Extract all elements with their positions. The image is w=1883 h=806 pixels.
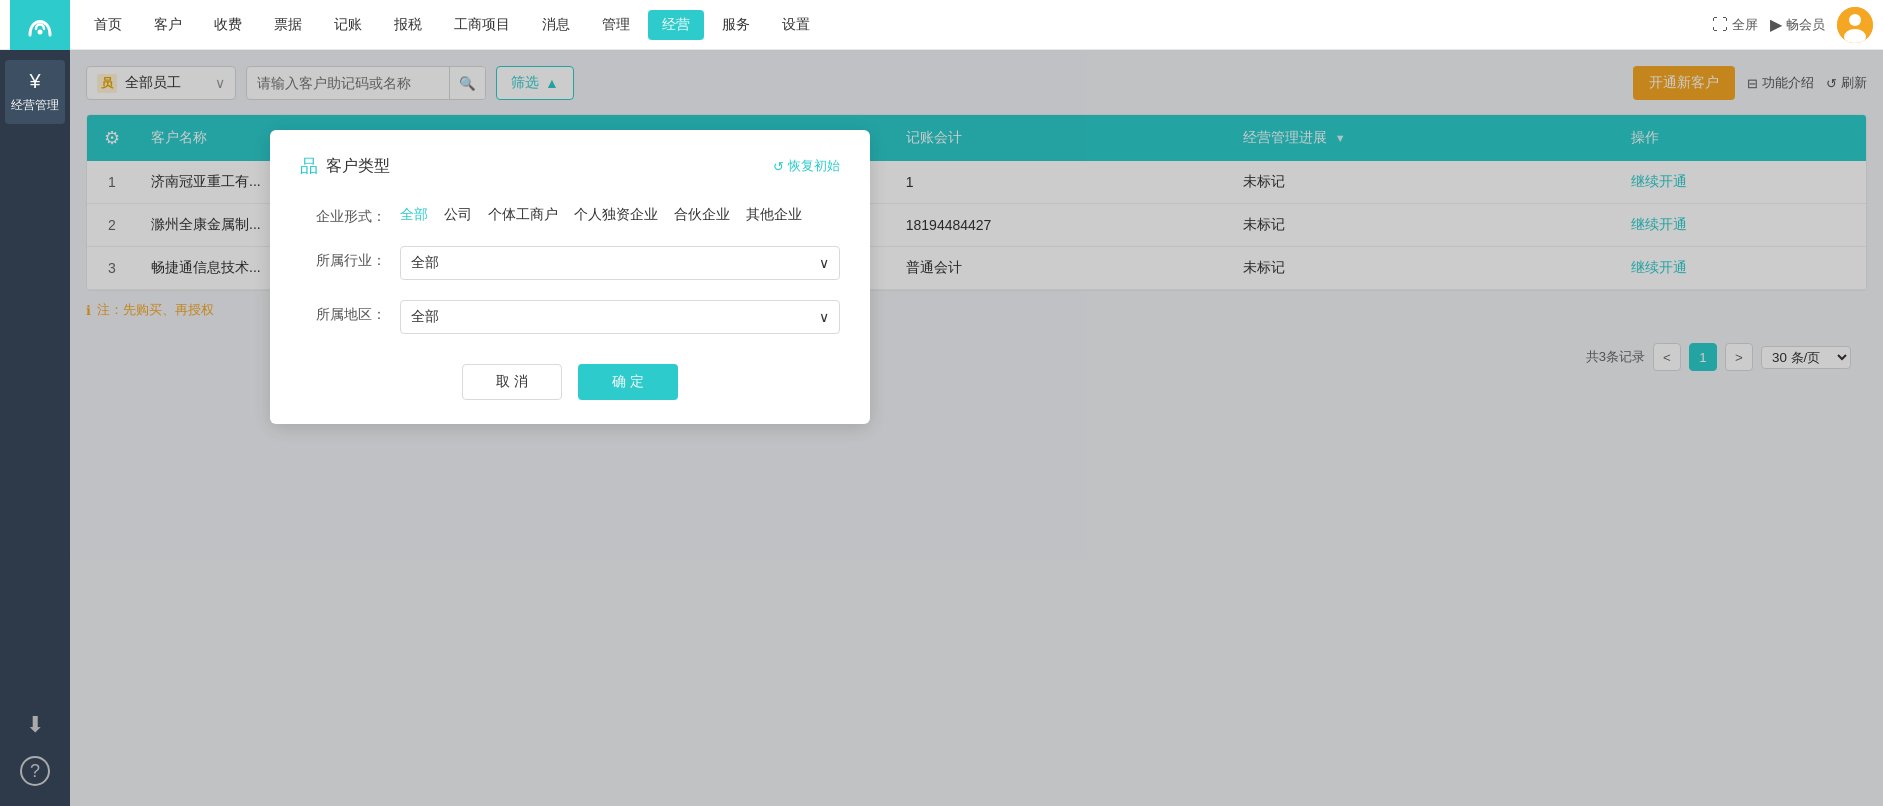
reset-icon: ↺ xyxy=(773,159,784,174)
confirm-button[interactable]: 确 定 xyxy=(578,364,678,400)
industry-form-row: 所属行业： 全部 ∨ xyxy=(300,246,840,280)
region-select[interactable]: 全部 ∨ xyxy=(400,300,840,334)
industry-select[interactable]: 全部 ∨ xyxy=(400,246,840,280)
region-arrow-icon: ∨ xyxy=(819,309,829,325)
nav-home[interactable]: 首页 xyxy=(80,10,136,40)
enterprise-option-1[interactable]: 公司 xyxy=(444,206,472,224)
industry-value: 全部 xyxy=(411,254,439,272)
cancel-button[interactable]: 取 消 xyxy=(462,364,562,400)
vip-icon: ▶ xyxy=(1770,15,1782,34)
download-icon[interactable]: ⬇ xyxy=(18,704,52,746)
svg-point-2 xyxy=(1849,14,1861,26)
enterprise-option-5[interactable]: 其他企业 xyxy=(746,206,802,224)
enterprise-option-3[interactable]: 个人独资企业 xyxy=(574,206,658,224)
industry-arrow-icon: ∨ xyxy=(819,255,829,271)
sidebar-item-operation[interactable]: ¥ 经营管理 xyxy=(5,60,65,124)
modal-footer: 取 消 确 定 xyxy=(300,364,840,400)
avatar[interactable] xyxy=(1837,7,1873,43)
industry-label: 所属行业： xyxy=(300,246,400,270)
logo xyxy=(10,0,70,50)
sidebar-item-label: 经营管理 xyxy=(11,97,59,114)
modal-header: 品 客户类型 ↺ 恢复初始 xyxy=(300,154,840,178)
modal-reset-button[interactable]: ↺ 恢复初始 xyxy=(773,157,840,175)
region-content: 全部 ∨ xyxy=(400,300,840,334)
enterprise-radio-group: 全部公司个体工商户个人独资企业合伙企业其他企业 xyxy=(400,202,840,224)
fullscreen-icon: ⛶ xyxy=(1712,16,1728,34)
fullscreen-label: 全屏 xyxy=(1732,16,1758,34)
help-icon[interactable]: ? xyxy=(20,756,50,786)
nav-bookkeeping[interactable]: 记账 xyxy=(320,10,376,40)
region-label: 所属地区： xyxy=(300,300,400,324)
nav-manage[interactable]: 管理 xyxy=(588,10,644,40)
region-value: 全部 xyxy=(411,308,439,326)
vip-button[interactable]: ▶ 畅会员 xyxy=(1770,15,1825,34)
modal-title: 品 客户类型 xyxy=(300,154,390,178)
enterprise-option-0[interactable]: 全部 xyxy=(400,206,428,224)
nav-message[interactable]: 消息 xyxy=(528,10,584,40)
modal-overlay: 品 客户类型 ↺ 恢复初始 企业形式： 全部公司个体工商户个人独资企业合伙企业其… xyxy=(70,50,1883,806)
region-form-row: 所属地区： 全部 ∨ xyxy=(300,300,840,334)
nav-customer[interactable]: 客户 xyxy=(140,10,196,40)
industry-content: 全部 ∨ xyxy=(400,246,840,280)
sidebar-bottom: ⬇ ? xyxy=(18,704,52,806)
top-navigation: 首页 客户 收费 票据 记账 报税 工商项目 消息 管理 经营 服务 设置 ⛶ … xyxy=(0,0,1883,50)
nav-settings[interactable]: 设置 xyxy=(768,10,824,40)
nav-fee[interactable]: 收费 xyxy=(200,10,256,40)
svg-point-0 xyxy=(38,29,43,34)
nav-items: 首页 客户 收费 票据 记账 报税 工商项目 消息 管理 经营 服务 设置 xyxy=(80,10,1712,40)
reset-label: 恢复初始 xyxy=(788,157,840,175)
nav-bill[interactable]: 票据 xyxy=(260,10,316,40)
enterprise-option-4[interactable]: 合伙企业 xyxy=(674,206,730,224)
nav-business-project[interactable]: 工商项目 xyxy=(440,10,524,40)
nav-right: ⛶ 全屏 ▶ 畅会员 xyxy=(1712,7,1873,43)
enterprise-option-2[interactable]: 个体工商户 xyxy=(488,206,558,224)
modal-title-text: 客户类型 xyxy=(326,156,390,177)
enterprise-form-row: 企业形式： 全部公司个体工商户个人独资企业合伙企业其他企业 xyxy=(300,202,840,226)
nav-tax[interactable]: 报税 xyxy=(380,10,436,40)
fullscreen-button[interactable]: ⛶ 全屏 xyxy=(1712,16,1758,34)
nav-operation[interactable]: 经营 xyxy=(648,10,704,40)
sidebar: ¥ 经营管理 ⬇ ? xyxy=(0,50,70,806)
enterprise-options: 全部公司个体工商户个人独资企业合伙企业其他企业 xyxy=(400,202,840,224)
vip-label: 畅会员 xyxy=(1786,16,1825,34)
operation-icon: ¥ xyxy=(29,70,40,93)
enterprise-label: 企业形式： xyxy=(300,202,400,226)
nav-service[interactable]: 服务 xyxy=(708,10,764,40)
modal-title-icon: 品 xyxy=(300,154,318,178)
customer-type-modal: 品 客户类型 ↺ 恢复初始 企业形式： 全部公司个体工商户个人独资企业合伙企业其… xyxy=(270,130,870,424)
